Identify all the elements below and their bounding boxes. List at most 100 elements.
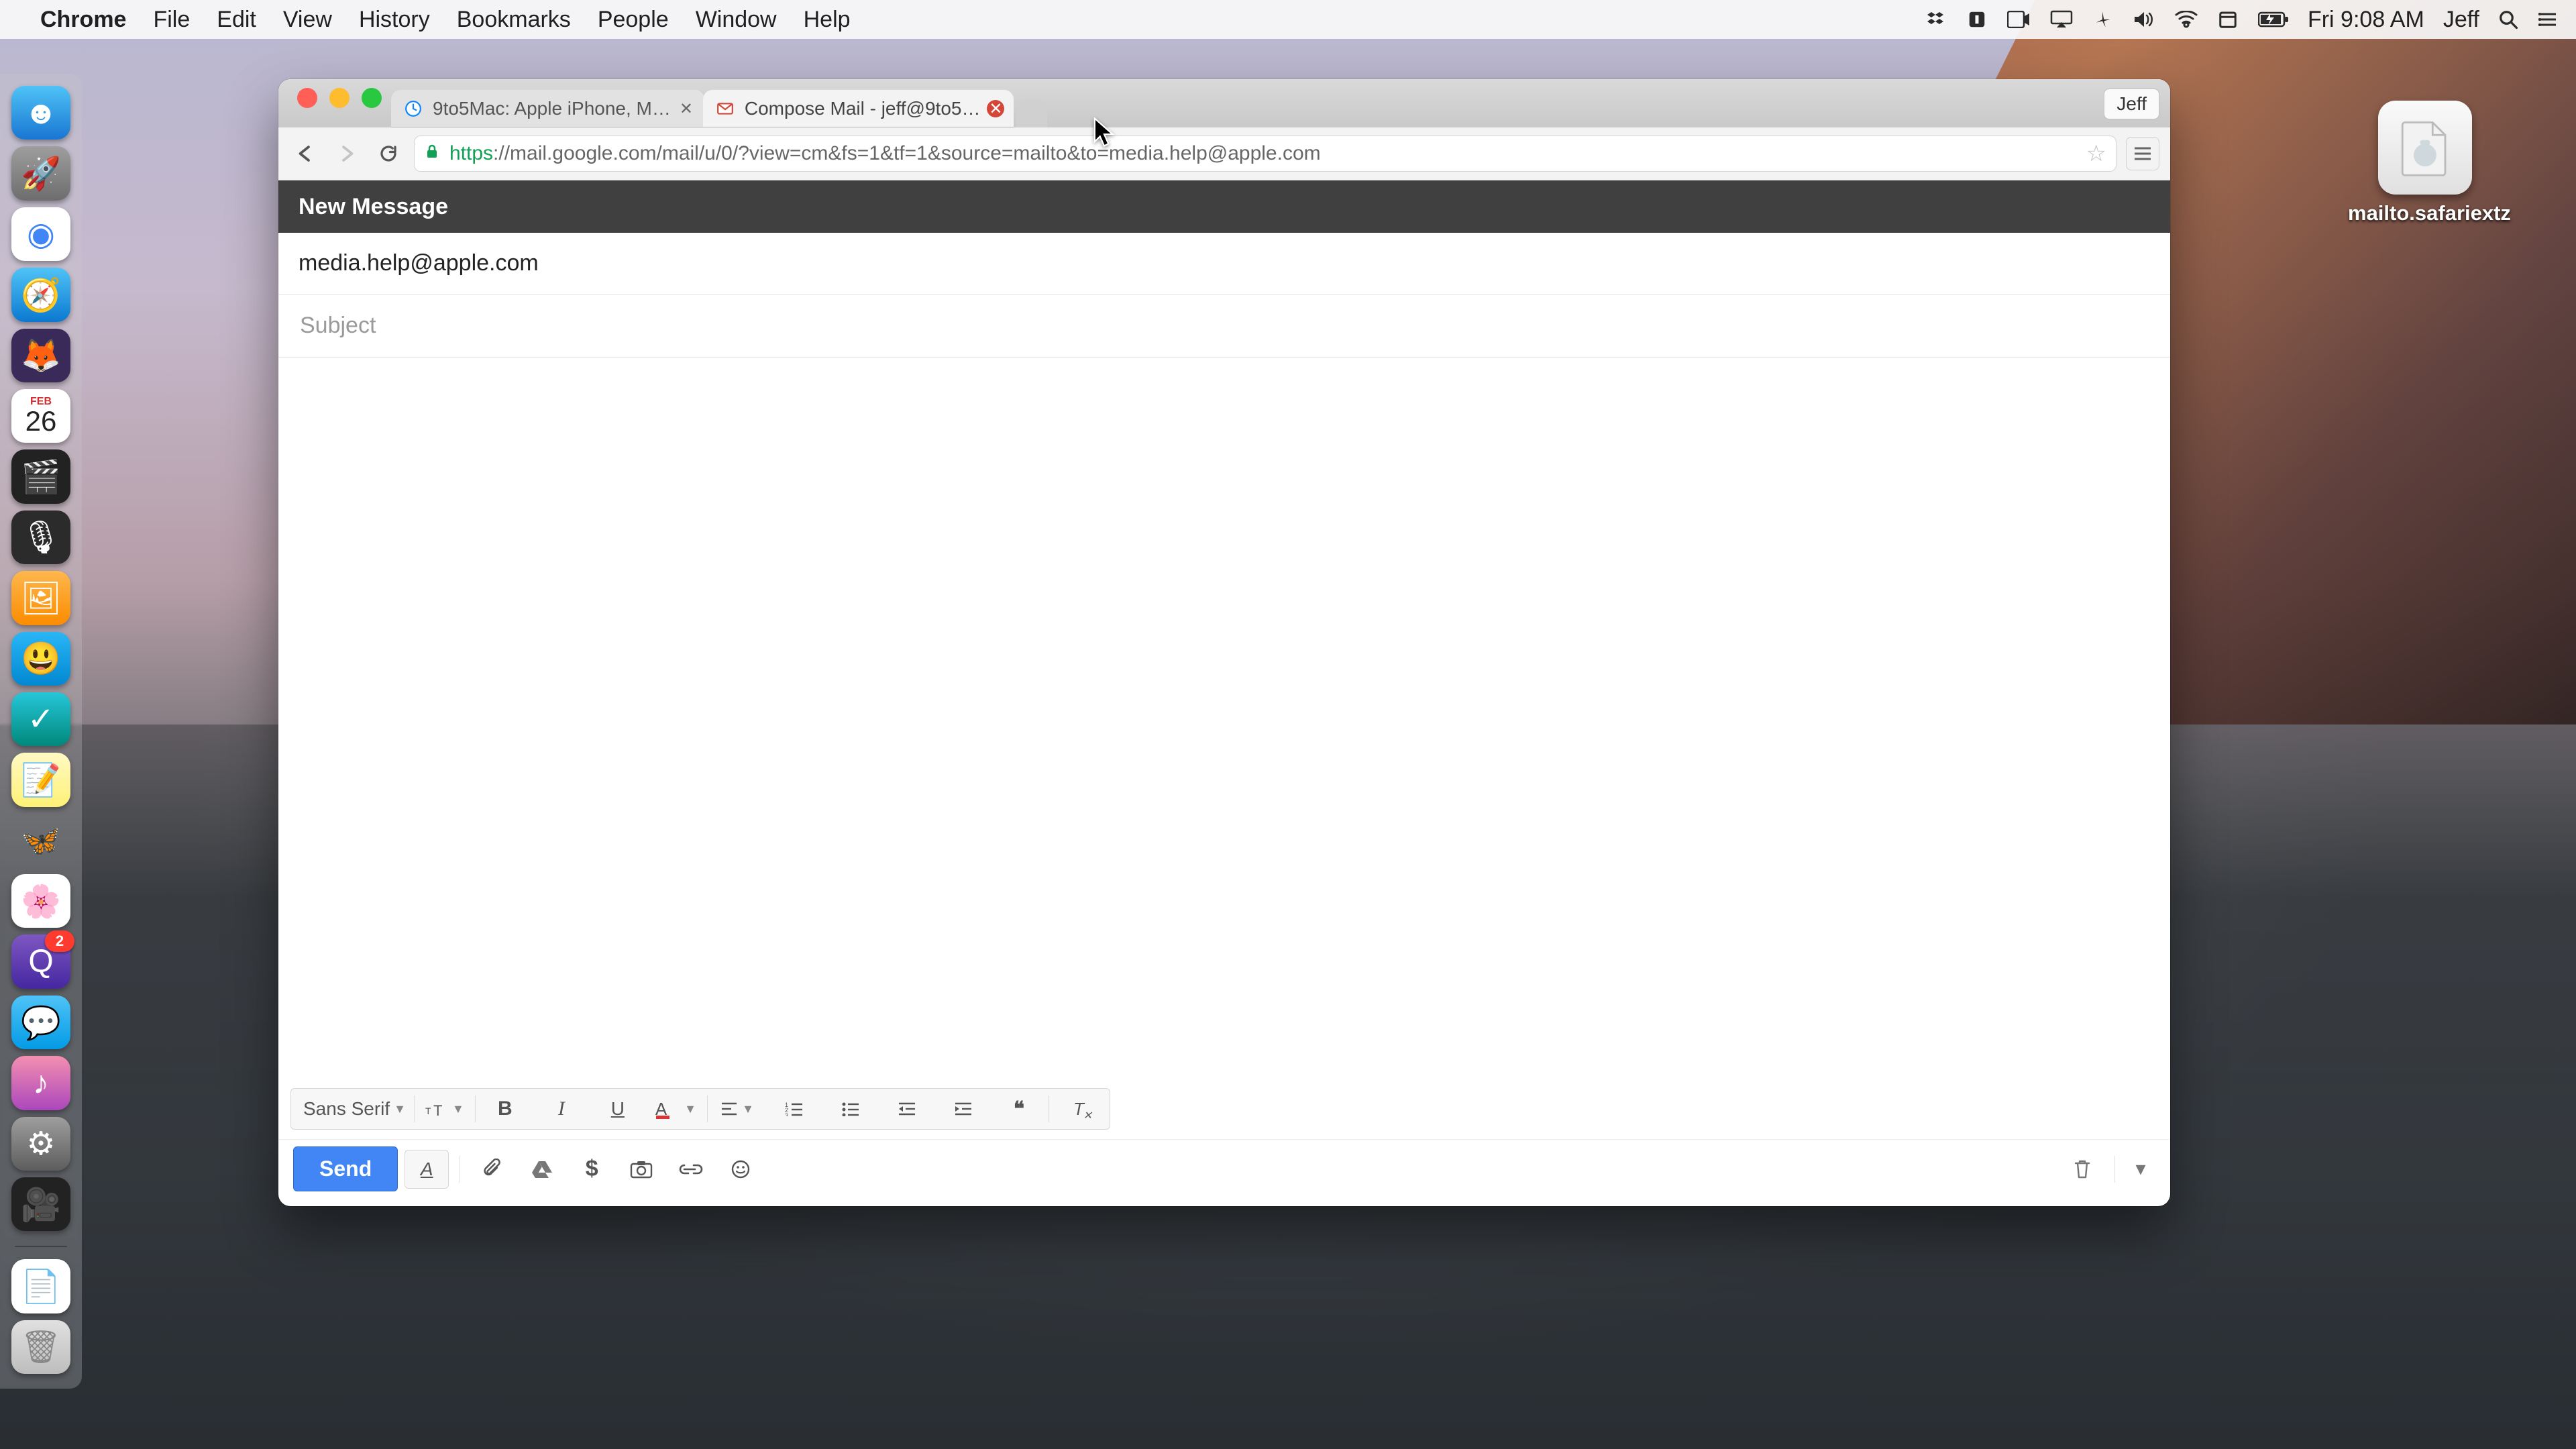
compose-to-field[interactable]: media.help@apple.com [278, 233, 2170, 294]
user-status[interactable]: Jeff [2443, 7, 2479, 33]
menu-view[interactable]: View [283, 7, 332, 33]
dock-document-icon[interactable]: 📄 [11, 1259, 70, 1313]
menu-file[interactable]: File [153, 7, 190, 33]
address-bar[interactable]: https://mail.google.com/mail/u/0/?view=c… [414, 136, 2116, 172]
url-protocol: https [449, 142, 493, 164]
dock-messages-purple-badge: 2 [45, 930, 74, 952]
dock-finalcut-icon[interactable]: 🎬 [11, 449, 70, 503]
window-minimize[interactable] [329, 88, 350, 108]
clock-status[interactable]: Fri 9:08 AM [2308, 7, 2424, 33]
screenrecord-status-icon[interactable] [2007, 11, 2030, 28]
tab-compose[interactable]: Compose Mail - jeff@9to5… ✕ [703, 90, 1014, 127]
remove-format-button[interactable]: T✕ [1051, 1091, 1107, 1126]
back-button[interactable] [289, 138, 321, 170]
tab-compose-close-icon[interactable]: ✕ [987, 100, 1004, 117]
italic-button[interactable]: I [533, 1091, 590, 1126]
dropbox-status-icon[interactable] [1925, 9, 1947, 30]
indent-more-button[interactable] [934, 1091, 991, 1126]
font-family-dropdown[interactable]: Sans Serif▼ [294, 1091, 413, 1126]
font-family-label: Sans Serif [303, 1098, 390, 1120]
insert-emoji-button[interactable] [719, 1150, 762, 1188]
send-button[interactable]: Send [293, 1146, 398, 1191]
chrome-menu-button[interactable] [2126, 137, 2159, 170]
bold-button[interactable]: B [477, 1091, 533, 1126]
dock-messages-icon[interactable]: 💬 [11, 996, 70, 1049]
dock-things-icon[interactable]: ✓ [11, 692, 70, 746]
menu-help[interactable]: Help [804, 7, 851, 33]
dock: ☻ 🚀 ◉ 🧭 🦊 FEB26 🎬 🎙 🖼 😃 ✓ 📝 🦋 🌸 Q2 💬 ♪ ⚙ 🎥 📄 🗑 [0, 74, 82, 1389]
battery-status-icon[interactable] [2258, 11, 2289, 28]
dock-chrome-icon[interactable]: ◉ [11, 207, 70, 261]
dock-itunes-icon[interactable]: ♪ [11, 1056, 70, 1110]
menu-history[interactable]: History [359, 7, 430, 33]
insert-money-button[interactable]: $ [570, 1150, 613, 1188]
indent-less-button[interactable] [878, 1091, 934, 1126]
menu-extra-icon[interactable] [2093, 10, 2112, 29]
dock-firefox-icon[interactable]: 🦊 [11, 329, 70, 382]
tab-9to5mac-close-icon[interactable]: ✕ [678, 100, 695, 117]
active-app-name[interactable]: Chrome [40, 7, 126, 33]
dock-messages-purple-icon[interactable]: Q2 [11, 934, 70, 988]
menu-window[interactable]: Window [696, 7, 777, 33]
profile-chip[interactable]: Jeff [2104, 89, 2159, 119]
dock-finder-icon[interactable]: ☻ [11, 86, 70, 140]
dock-quicktime-icon[interactable]: 🎥 [11, 1177, 70, 1231]
format-toolbar: Sans Serif▼ TT▼ B I U A▼ ▼ 123 [290, 1088, 1110, 1130]
tab-9to5mac[interactable]: 9to5Mac: Apple iPhone, M… ✕ [391, 90, 704, 127]
insert-photo-button[interactable] [620, 1150, 663, 1188]
wifi-status-icon[interactable] [2175, 11, 2198, 28]
dock-butterfly-icon[interactable]: 🦋 [11, 814, 70, 867]
svg-text:T: T [425, 1106, 431, 1116]
date-status-icon[interactable] [2218, 9, 2238, 30]
menu-people[interactable]: People [598, 7, 669, 33]
dock-trash-icon[interactable]: 🗑 [11, 1320, 70, 1374]
bulleted-list-button[interactable] [822, 1091, 878, 1126]
dock-notes-icon[interactable]: 📝 [11, 753, 70, 806]
attach-file-button[interactable] [471, 1150, 514, 1188]
gmail-favicon-icon [715, 99, 735, 119]
dock-logic-icon[interactable]: 🎙 [11, 511, 70, 564]
desktop-file[interactable]: mailto.safariextz [2348, 101, 2502, 225]
align-button[interactable]: ▼ [709, 1091, 765, 1126]
spotlight-icon[interactable] [2498, 9, 2518, 30]
compose-subject-input[interactable] [299, 312, 2153, 339]
font-size-button[interactable]: TT▼ [416, 1091, 474, 1126]
compose-subject-field[interactable] [278, 294, 2170, 358]
mac-menubar: Chrome File Edit View History Bookmarks … [0, 0, 2576, 39]
url-rest: ://mail.google.com/mail/u/0/?view=cm&fs=… [493, 142, 1321, 164]
onepassword-status-icon[interactable] [1967, 9, 1987, 30]
window-zoom[interactable] [362, 88, 382, 108]
bookmark-star-icon[interactable]: ☆ [2086, 140, 2106, 167]
reload-button[interactable] [372, 138, 405, 170]
menu-bookmarks[interactable]: Bookmarks [457, 7, 571, 33]
insert-drive-button[interactable] [521, 1150, 564, 1188]
desktop-file-label: mailto.safariextz [2348, 201, 2502, 225]
dock-calendar-icon[interactable]: FEB26 [11, 389, 70, 443]
new-tab-button[interactable] [1016, 101, 1047, 127]
more-options-button[interactable]: ▾ [2126, 1157, 2155, 1181]
safariextz-file-icon [2378, 101, 2472, 195]
numbered-list-button[interactable]: 123 [765, 1091, 822, 1126]
formatting-toggle-button[interactable]: A [405, 1150, 449, 1189]
quote-button[interactable]: ❝ [991, 1091, 1047, 1126]
insert-link-button[interactable] [669, 1150, 712, 1188]
dock-itunes-orange-icon[interactable]: 🖼 [11, 571, 70, 625]
tab-strip: 9to5Mac: Apple iPhone, M… ✕ Compose Mail… [278, 79, 2170, 127]
discard-draft-button[interactable] [2061, 1150, 2104, 1188]
menu-edit[interactable]: Edit [217, 7, 256, 33]
dock-settings-icon[interactable]: ⚙ [11, 1117, 70, 1171]
dock-photos-icon[interactable]: 🌸 [11, 874, 70, 928]
dock-launchpad-icon[interactable]: 🚀 [11, 146, 70, 200]
airplay-status-icon[interactable] [2050, 10, 2073, 29]
underline-button[interactable]: U [590, 1091, 646, 1126]
volume-status-icon[interactable] [2132, 10, 2155, 29]
notification-center-icon[interactable] [2537, 11, 2557, 28]
svg-text:T: T [433, 1102, 442, 1118]
text-color-button[interactable]: A▼ [646, 1091, 706, 1126]
svg-text:3: 3 [785, 1112, 788, 1116]
window-close[interactable] [297, 88, 317, 108]
dock-tweetbot-icon[interactable]: 😃 [11, 632, 70, 686]
forward-button[interactable] [331, 138, 363, 170]
dock-safari-icon[interactable]: 🧭 [11, 268, 70, 321]
compose-body[interactable] [278, 358, 2170, 1088]
